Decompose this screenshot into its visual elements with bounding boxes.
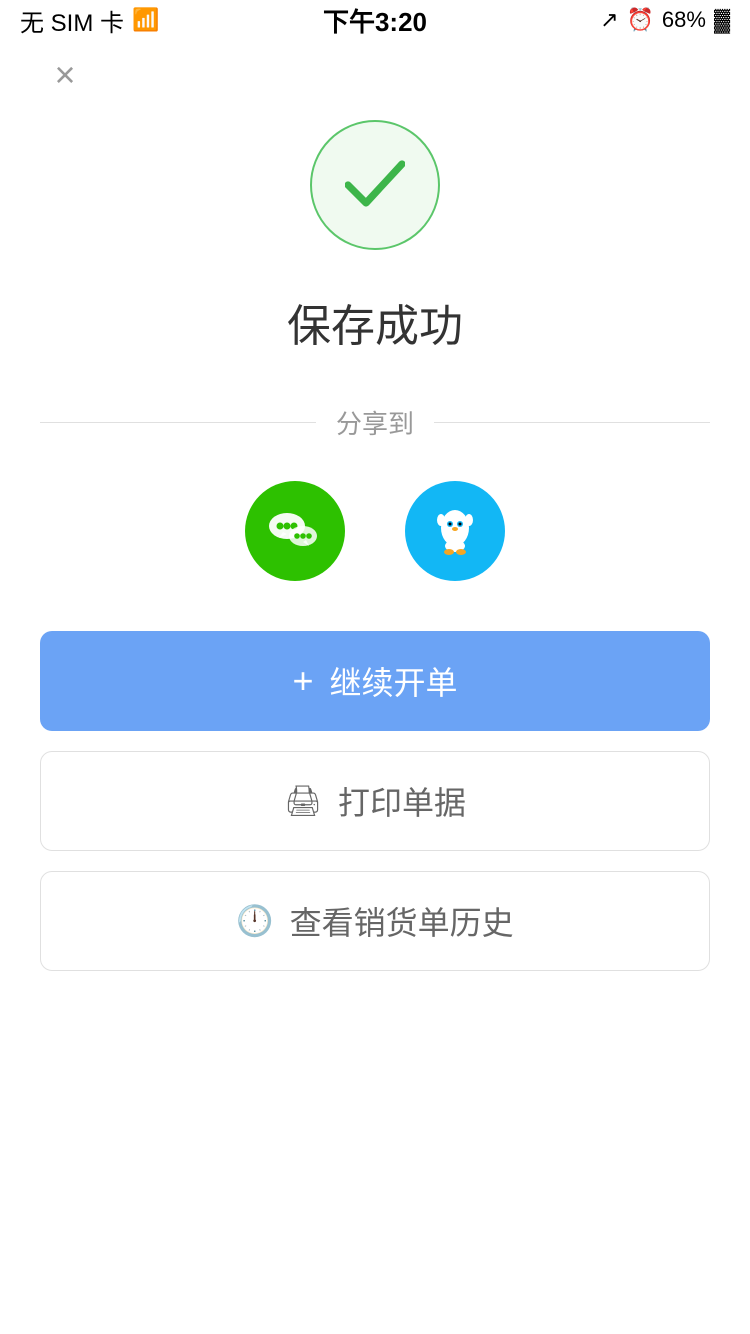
share-section: 分享到 — [0, 404, 750, 581]
battery-icon: ▓ — [714, 7, 730, 33]
continue-order-label: 继续开单 — [330, 658, 458, 704]
status-left: 无 SIM 卡 📶 — [20, 3, 159, 38]
print-button[interactable]: 🖨 打印单据 — [40, 751, 710, 851]
success-title: 保存成功 — [287, 290, 463, 354]
alarm-icon: ⏰ — [627, 7, 654, 33]
history-icon: 🕛 — [236, 904, 273, 939]
share-label: 分享到 — [336, 404, 414, 441]
print-icon: 🖨 — [284, 784, 322, 819]
history-button[interactable]: 🕛 查看销货单历史 — [40, 871, 710, 971]
qq-share-button[interactable] — [405, 481, 505, 581]
success-icon-circle — [310, 120, 440, 250]
continue-order-button[interactable]: + 继续开单 — [40, 631, 710, 731]
battery-percent: 68% — [662, 7, 706, 33]
close-icon: × — [54, 57, 75, 93]
status-right: ↗ ⏰ 68% ▓ — [600, 7, 730, 33]
wechat-icon — [265, 501, 325, 561]
share-icons — [40, 481, 710, 581]
status-time: 下午3:20 — [323, 2, 427, 39]
location-icon: ↗ — [600, 7, 618, 33]
share-divider: 分享到 — [40, 404, 710, 441]
success-area: 保存成功 分享到 — [0, 40, 750, 971]
wifi-icon: 📶 — [132, 7, 159, 33]
print-label: 打印单据 — [338, 778, 466, 824]
status-bar: 无 SIM 卡 📶 下午3:20 ↗ ⏰ 68% ▓ — [0, 0, 750, 40]
checkmark-icon — [345, 155, 405, 215]
wechat-share-button[interactable] — [245, 481, 345, 581]
history-label: 查看销货单历史 — [290, 898, 514, 944]
close-button[interactable]: × — [40, 50, 90, 100]
qq-icon — [426, 502, 484, 560]
plus-icon: + — [292, 660, 313, 702]
action-buttons: + 继续开单 🖨 打印单据 🕛 查看销货单历史 — [0, 631, 750, 971]
sim-label: 无 SIM 卡 — [20, 3, 124, 38]
